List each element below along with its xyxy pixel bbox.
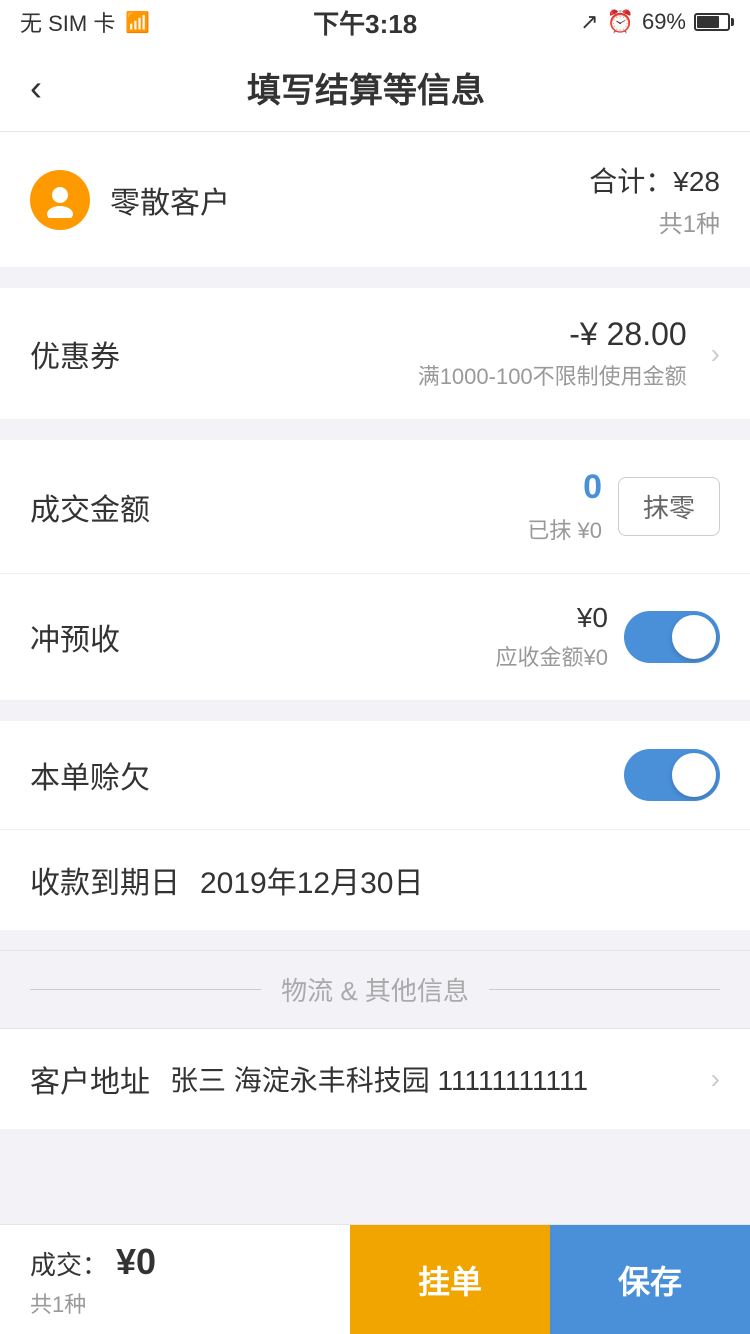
already-rounded: 已抹 ¥0: [527, 513, 602, 545]
debit-card: 本单赊欠 收款到期日 2019年12月30日: [0, 721, 750, 930]
deal-amount-info: 0 已抹 ¥0: [527, 468, 602, 545]
avatar: [30, 170, 90, 230]
bottom-bar: 成交： ¥0 共1种 挂单 保存: [0, 1224, 750, 1334]
chevron-right-icon: ›: [711, 338, 720, 370]
battery-icon: [694, 13, 730, 31]
address-chevron-icon: ›: [711, 1063, 720, 1095]
advance-row: 冲预收 ¥0 应收金额¥0: [0, 574, 750, 701]
advance-info: ¥0 应收金额¥0: [496, 602, 608, 672]
deal-amount-label: 成交金额: [30, 485, 170, 529]
save-button[interactable]: 保存: [550, 1225, 750, 1334]
advance-amount: ¥0: [496, 602, 608, 634]
address-row[interactable]: 客户地址 张三 海淀永丰科技园 11111111111 ›: [0, 1029, 750, 1129]
logistics-label: 物流 & 其他信息: [281, 971, 469, 1008]
coupon-discount: -¥ 28.00: [418, 316, 687, 353]
debit-toggle-knob: [672, 753, 716, 797]
bottom-deal-amount: 成交： ¥0: [30, 1241, 320, 1283]
bottom-deal-value: ¥0: [116, 1241, 156, 1283]
coupon-info: -¥ 28.00 满1000-100不限制使用金额: [418, 316, 687, 391]
customer-name: 零散客户: [110, 178, 230, 222]
coupon-desc: 满1000-100不限制使用金额: [418, 359, 687, 391]
customer-card: 零散客户 合计：¥28 共1种: [0, 132, 750, 268]
section-gap-4: [0, 930, 750, 950]
logistics-header-inner: 物流 & 其他信息: [30, 971, 720, 1008]
advance-toggle[interactable]: [624, 611, 720, 663]
coupon-label: 优惠券: [30, 332, 170, 376]
wifi-icon: 📶: [125, 10, 150, 35]
status-time: 下午3:18: [313, 4, 417, 41]
status-bar: 无 SIM 卡 📶 下午3:18 ↗ ⏰ 69%: [0, 0, 750, 44]
deal-amount-value: 0: [527, 468, 602, 507]
nav-bar: ‹ 填写结算等信息: [0, 44, 750, 132]
status-right: ↗ ⏰ 69%: [580, 9, 730, 35]
due-date-row: 收款到期日 2019年12月30日: [0, 829, 750, 930]
total-count: 共1种: [589, 204, 720, 239]
debit-label: 本单赊欠: [30, 753, 170, 797]
debit-row: 本单赊欠: [0, 721, 750, 829]
location-icon: ↗: [580, 9, 598, 35]
bottom-info: 成交： ¥0 共1种: [0, 1241, 350, 1319]
page-title: 填写结算等信息: [52, 63, 680, 112]
due-date-label: 收款到期日: [30, 858, 180, 902]
address-label: 客户地址: [30, 1057, 150, 1101]
deal-amount-row: 成交金额 0 已抹 ¥0 抹零: [0, 440, 750, 574]
bottom-count: 共1种: [30, 1287, 320, 1319]
status-left: 无 SIM 卡 📶: [20, 6, 150, 38]
section-gap-2: [0, 420, 750, 440]
debit-toggle[interactable]: [624, 749, 720, 801]
receivable-amount: 应收金额¥0: [496, 640, 608, 672]
carrier-label: 无 SIM 卡: [20, 6, 115, 38]
customer-row: 零散客户 合计：¥28 共1种: [0, 132, 750, 268]
round-button[interactable]: 抹零: [618, 477, 720, 536]
coupon-row[interactable]: 优惠券 -¥ 28.00 满1000-100不限制使用金额 ›: [0, 288, 750, 420]
logistics-line-left: [30, 989, 261, 990]
content: 零散客户 合计：¥28 共1种 优惠券 -¥ 28.00 满1000-100不限…: [0, 132, 750, 1249]
customer-info: 零散客户: [30, 170, 230, 230]
section-gap-1: [0, 268, 750, 288]
logistics-header: 物流 & 其他信息: [0, 950, 750, 1029]
advance-label: 冲预收: [30, 615, 170, 659]
battery-label: 69%: [642, 9, 686, 35]
coupon-card: 优惠券 -¥ 28.00 满1000-100不限制使用金额 ›: [0, 288, 750, 420]
toggle-knob: [672, 615, 716, 659]
hold-button[interactable]: 挂单: [350, 1225, 550, 1334]
advance-right: ¥0 应收金额¥0: [170, 602, 720, 672]
back-button[interactable]: ‹: [30, 57, 52, 119]
coupon-right: -¥ 28.00 满1000-100不限制使用金额 ›: [170, 316, 720, 391]
section-gap-3: [0, 701, 750, 721]
address-card: 客户地址 张三 海淀永丰科技园 11111111111 ›: [0, 1029, 750, 1129]
deal-amount-right: 0 已抹 ¥0 抹零: [170, 468, 720, 545]
deal-amount-card: 成交金额 0 已抹 ¥0 抹零 冲预收 ¥0 应收金额¥0: [0, 440, 750, 701]
logistics-line-right: [489, 989, 720, 990]
bottom-deal-label: 成交：: [30, 1245, 108, 1282]
address-value: 张三 海淀永丰科技园 11111111111: [170, 1059, 703, 1099]
customer-total: 合计：¥28 共1种: [589, 160, 720, 239]
due-date-value: 2019年12月30日: [200, 858, 423, 902]
total-amount: 合计：¥28: [589, 160, 720, 200]
alarm-icon: ⏰: [607, 9, 634, 35]
